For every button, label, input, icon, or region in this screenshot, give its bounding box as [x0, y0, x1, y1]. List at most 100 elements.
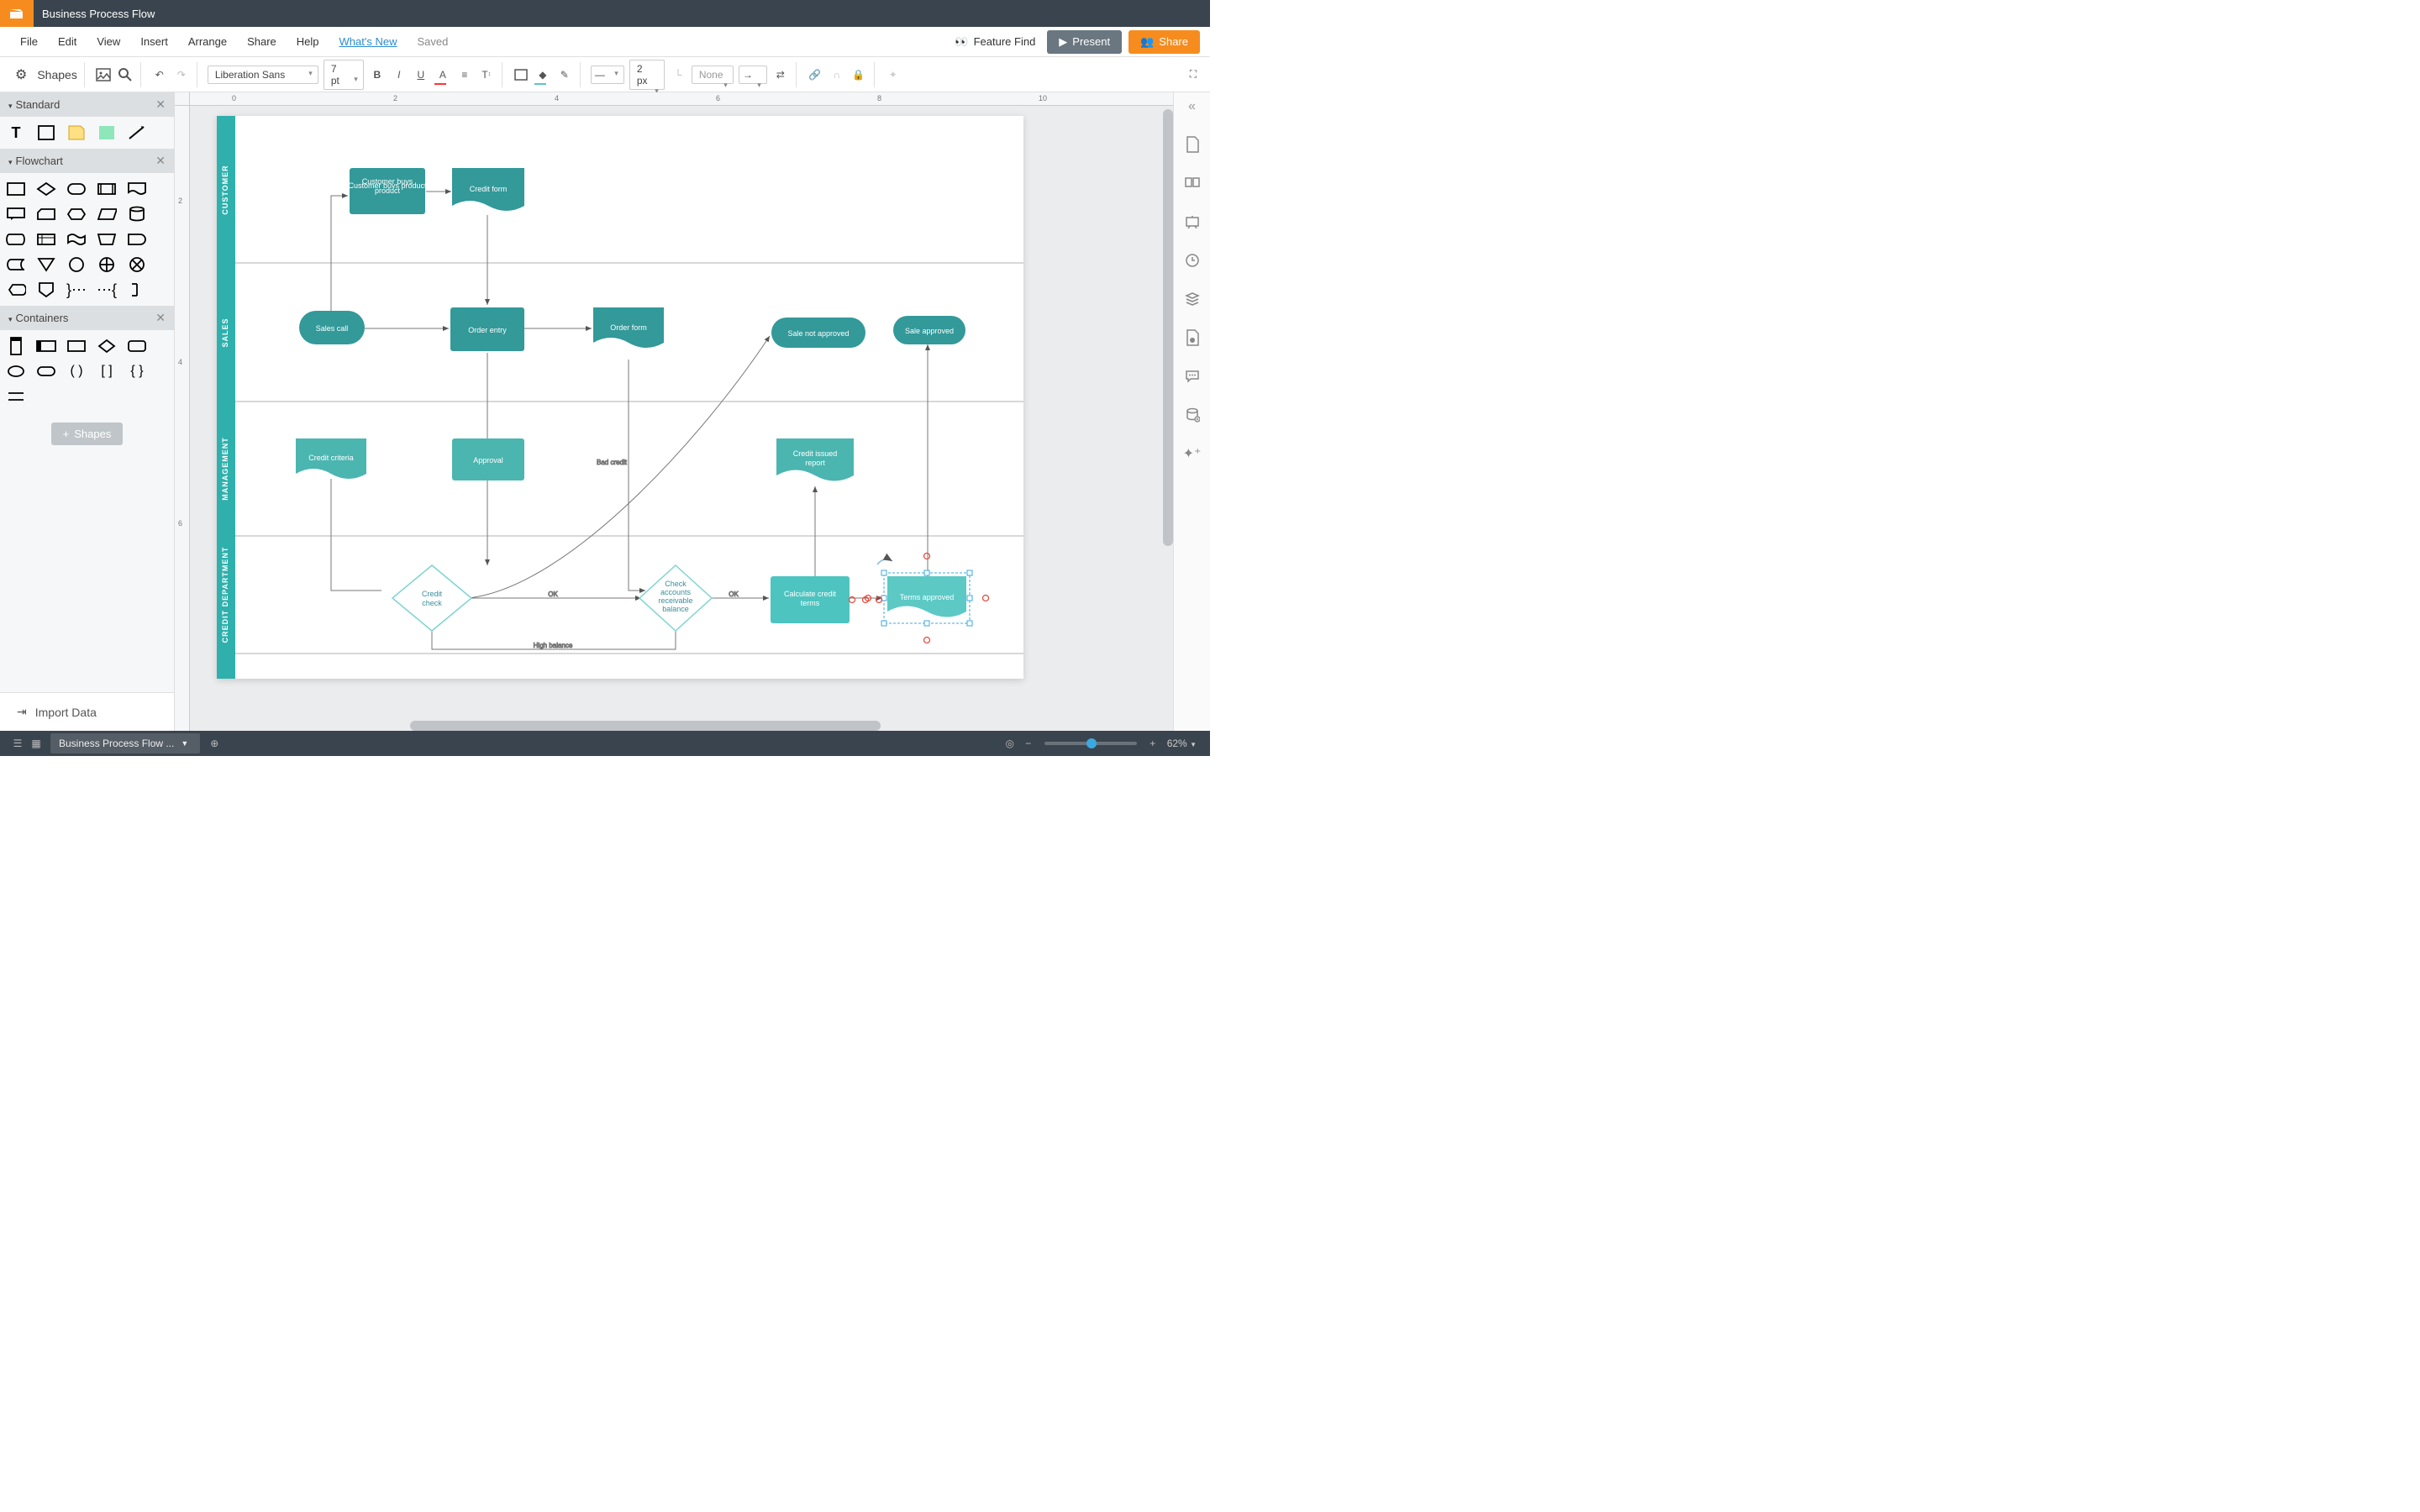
shape-brace-right[interactable]: }⋯: [66, 281, 87, 299]
swap-icon[interactable]: ⇄: [772, 66, 789, 83]
shapes-menu-label[interactable]: Shapes: [37, 68, 76, 81]
fullscreen-icon[interactable]: ⛶: [1185, 66, 1202, 83]
magic-icon[interactable]: ✦⁺: [1182, 444, 1202, 464]
menu-whats-new[interactable]: What's New: [329, 35, 408, 48]
shape-offpage[interactable]: [35, 281, 57, 299]
text-format-icon[interactable]: T↕: [478, 66, 495, 83]
undo-icon[interactable]: ↶: [151, 66, 168, 83]
shape-connector[interactable]: [66, 255, 87, 274]
wand-icon[interactable]: ✦: [885, 66, 902, 83]
shape-display[interactable]: [5, 281, 27, 299]
shape-merge[interactable]: [35, 255, 57, 274]
shape-curly-pair[interactable]: { }: [126, 362, 148, 381]
menu-file[interactable]: File: [10, 35, 48, 48]
page-icon[interactable]: [1182, 134, 1202, 155]
shape-cont-pill[interactable]: [35, 362, 57, 381]
shape-document[interactable]: [126, 180, 148, 198]
redo-icon[interactable]: ↷: [173, 66, 190, 83]
selected-node[interactable]: Terms approved: [865, 554, 989, 643]
canvas-area[interactable]: 0 2 4 6 8 10 2 4 6: [175, 92, 1173, 731]
font-family-select[interactable]: Liberation Sans: [208, 66, 318, 84]
block-shape[interactable]: [96, 123, 118, 142]
shape-terminator[interactable]: [66, 180, 87, 198]
history-icon[interactable]: [1182, 250, 1202, 270]
border-icon[interactable]: [513, 66, 529, 83]
menu-edit[interactable]: Edit: [48, 35, 87, 48]
data-icon[interactable]: [1182, 405, 1202, 425]
italic-icon[interactable]: I: [391, 66, 408, 83]
menu-arrange[interactable]: Arrange: [178, 35, 237, 48]
shape-manual[interactable]: [96, 230, 118, 249]
zoom-level[interactable]: 62% ▼: [1167, 738, 1197, 749]
section-standard[interactable]: ▾Standard ✕: [0, 92, 174, 117]
target-icon[interactable]: ◎: [1001, 734, 1019, 753]
collapse-icon[interactable]: «: [1188, 99, 1196, 116]
line-width-select[interactable]: 2 px: [629, 60, 665, 90]
line-style-select[interactable]: —: [591, 66, 624, 84]
horizontal-scrollbar[interactable]: [410, 721, 881, 731]
close-icon[interactable]: ✕: [155, 97, 166, 112]
image-icon[interactable]: [95, 66, 112, 83]
shape-swimlane-h[interactable]: [35, 337, 57, 355]
shape-cont-round[interactable]: [126, 337, 148, 355]
shape-tape[interactable]: [66, 230, 87, 249]
shape-annotation[interactable]: [126, 281, 148, 299]
shape-swimlane-v[interactable]: [5, 337, 27, 355]
app-logo[interactable]: [0, 0, 34, 27]
search-icon[interactable]: [117, 66, 134, 83]
shape-database[interactable]: [126, 205, 148, 223]
document-title[interactable]: Business Process Flow: [34, 8, 155, 20]
shape-card[interactable]: [35, 205, 57, 223]
shape-sum[interactable]: [126, 255, 148, 274]
theme-icon[interactable]: [1182, 328, 1202, 348]
fill-color-icon[interactable]: ◆: [534, 66, 551, 83]
section-containers[interactable]: ▾Containers ✕: [0, 306, 174, 330]
shape-direct[interactable]: [5, 230, 27, 249]
shape-internal[interactable]: [35, 230, 57, 249]
zoom-out-icon[interactable]: −: [1019, 734, 1038, 753]
text-color-icon[interactable]: A: [434, 66, 451, 83]
list-view-icon[interactable]: ☰: [8, 734, 27, 753]
align-icon[interactable]: ≡: [456, 66, 473, 83]
shape-or[interactable]: [96, 255, 118, 274]
shape-cont-diamond[interactable]: [96, 337, 118, 355]
shape-data[interactable]: [96, 205, 118, 223]
shape-brace-left[interactable]: ⋯{: [96, 281, 118, 299]
bold-icon[interactable]: B: [369, 66, 386, 83]
section-flowchart[interactable]: ▾Flowchart ✕: [0, 149, 174, 173]
shape-bracket-pair[interactable]: [ ]: [96, 362, 118, 381]
note-shape[interactable]: [66, 123, 87, 142]
shape-storeddata[interactable]: [5, 255, 27, 274]
underline-icon[interactable]: U: [413, 66, 429, 83]
shape-cont-rect[interactable]: [66, 337, 87, 355]
menu-insert[interactable]: Insert: [130, 35, 178, 48]
import-data-button[interactable]: ⇥ Import Data: [0, 692, 174, 731]
shape-delay[interactable]: [126, 230, 148, 249]
shape-process[interactable]: [5, 180, 27, 198]
layers-icon[interactable]: [1182, 289, 1202, 309]
pencil-icon[interactable]: ✎: [556, 66, 573, 83]
menu-view[interactable]: View: [87, 35, 130, 48]
more-shapes-button[interactable]: + Shapes: [51, 423, 124, 445]
page-tab[interactable]: Business Process Flow ... ▼: [50, 733, 200, 753]
add-page-icon[interactable]: ⊕: [205, 734, 224, 753]
chat-icon[interactable]: [1182, 366, 1202, 386]
comment-icon[interactable]: [1182, 173, 1202, 193]
zoom-slider[interactable]: [1044, 742, 1137, 745]
feature-find[interactable]: 👀 Feature Find: [955, 35, 1035, 49]
menu-share[interactable]: Share: [237, 35, 287, 48]
present-button[interactable]: ▶ Present: [1047, 30, 1122, 54]
close-icon[interactable]: ✕: [155, 154, 166, 168]
font-size-select[interactable]: 7 pt: [324, 60, 364, 90]
arrow-end-select[interactable]: →: [739, 66, 767, 84]
link-icon[interactable]: 🔗: [807, 66, 823, 83]
canvas-page[interactable]: CUSTOMER SALES MANAGEMENT CREDIT DEPARTM…: [217, 116, 1023, 679]
shape-cont-circle[interactable]: [5, 362, 27, 381]
share-button[interactable]: 👥 Share: [1128, 30, 1200, 54]
text-shape[interactable]: T: [5, 123, 27, 142]
shape-callout[interactable]: [5, 205, 27, 223]
line-shape-icon[interactable]: └: [670, 66, 687, 83]
shape-brace-pair[interactable]: ( ): [66, 362, 87, 381]
arrow-start-select[interactable]: None: [692, 66, 734, 84]
slides-icon[interactable]: [1182, 212, 1202, 232]
